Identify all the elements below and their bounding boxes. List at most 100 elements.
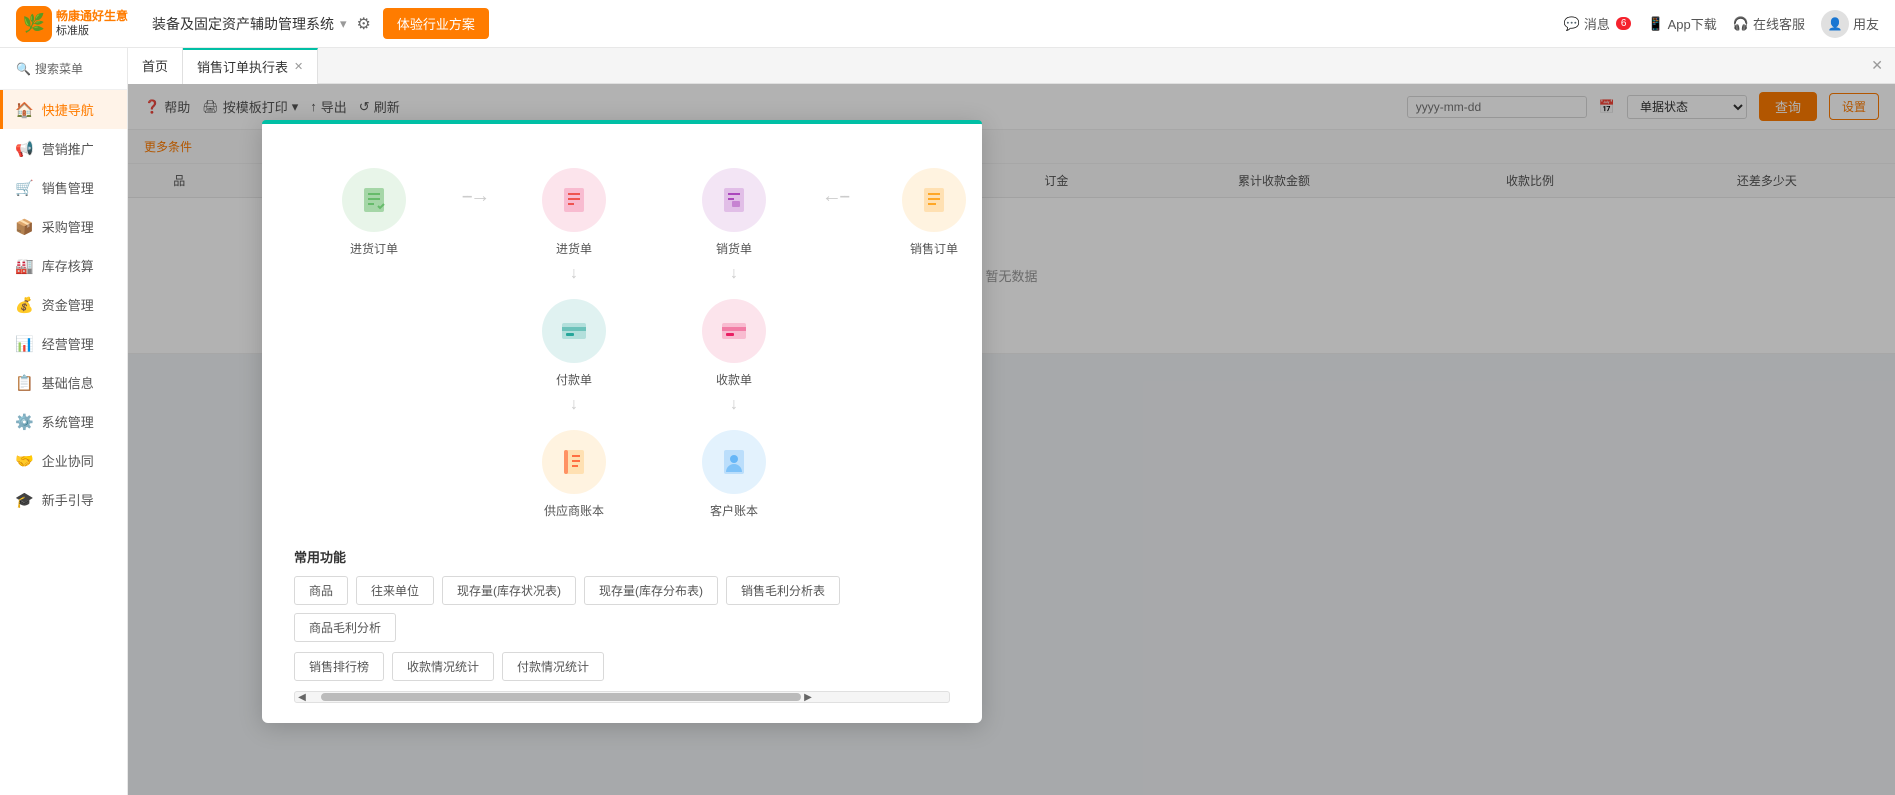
sidebar-item-inventory[interactable]: 🏭 库存核算	[0, 246, 127, 285]
flow-cell-purchase-bill[interactable]: 进货单	[494, 152, 654, 265]
sidebar: 🔍 搜索菜单 🏠 快捷导航 📢 营销推广 🛒 销售管理 📦	[0, 48, 128, 795]
func-btn-sales-rank[interactable]: 销售排行榜	[294, 652, 384, 681]
phone-icon: 📱	[1647, 16, 1663, 32]
message-label: 消息	[1584, 14, 1610, 33]
settings-icon[interactable]: ⚙	[357, 14, 371, 34]
customer-ledger-icon[interactable]	[702, 430, 766, 494]
tab-home[interactable]: 首页	[128, 48, 183, 84]
arrow-down-sales: ↓	[654, 265, 814, 283]
sidebar-item-label: 销售管理	[42, 178, 94, 197]
dialog-overlay[interactable]: 进货订单 - - → 进货单	[128, 84, 1895, 795]
scroll-track[interactable]: ◀ ▶	[294, 691, 950, 703]
arrow-down-payment: ↓	[494, 396, 654, 414]
scroll-right-btn[interactable]: ▶	[801, 690, 815, 704]
payment-label: 付款单	[556, 371, 592, 388]
finance-icon: 💰	[15, 296, 34, 314]
sidebar-item-newbie[interactable]: 🎓 新手引导	[0, 480, 127, 519]
tab-sales-order[interactable]: 销售订单执行表 ✕	[183, 48, 318, 84]
sidebar-item-label: 资金管理	[42, 295, 94, 314]
func-btn-product[interactable]: 商品	[294, 576, 348, 605]
sidebar-item-finance[interactable]: 💰 资金管理	[0, 285, 127, 324]
operation-icon: 📊	[15, 335, 34, 353]
trial-button[interactable]: 体验行业方案	[383, 8, 489, 39]
sidebar-nav: 🏠 快捷导航 📢 营销推广 🛒 销售管理 📦 采购管理 🏭 库存核	[0, 90, 127, 795]
func-buttons-row1: 商品 往来单位 现存量(库存状况表) 现存量(库存分布表) 销售毛利分析表 商品…	[294, 576, 950, 642]
search-icon: 🔍	[16, 62, 31, 76]
app-download-action[interactable]: 📱 App下载	[1647, 14, 1716, 33]
sidebar-item-label: 系统管理	[42, 412, 94, 431]
dialog-box: 进货订单 - - → 进货单	[262, 120, 982, 723]
dropdown-icon[interactable]: ▾	[340, 16, 347, 32]
scroll-thumb[interactable]	[321, 693, 801, 701]
flow-cell-sales-bill[interactable]: 销货单	[654, 152, 814, 265]
sidebar-item-enterprise[interactable]: 🤝 企业协同	[0, 441, 127, 480]
tab-close-icon[interactable]: ✕	[294, 60, 303, 73]
tab-bar: 首页 销售订单执行表 ✕ ✕	[128, 48, 1895, 84]
purchase-order-icon[interactable]	[342, 168, 406, 232]
arrow-down-purchase: ↓	[494, 265, 654, 283]
customer-ledger-label: 客户账本	[710, 502, 758, 519]
payment-icon[interactable]	[542, 299, 606, 363]
receipt-icon[interactable]	[702, 299, 766, 363]
message-icon: 💬	[1564, 16, 1580, 32]
sidebar-item-label: 基础信息	[42, 373, 94, 392]
sidebar-item-base[interactable]: 📋 基础信息	[0, 363, 127, 402]
sidebar-item-label: 新手引导	[42, 490, 94, 509]
sales-bill-label: 销货单	[716, 240, 752, 257]
tab-close-all-icon[interactable]: ✕	[1859, 57, 1895, 74]
purchase-bill-icon[interactable]	[542, 168, 606, 232]
user-action[interactable]: 👤 用友	[1821, 10, 1879, 38]
sidebar-item-operation[interactable]: 📊 经营管理	[0, 324, 127, 363]
sales-order-icon[interactable]	[902, 168, 966, 232]
sidebar-item-purchase[interactable]: 📦 采购管理	[0, 207, 127, 246]
online-service-label: 在线客服	[1753, 14, 1805, 33]
home-icon: 🏠	[15, 101, 34, 119]
search-menu-button[interactable]: 🔍 搜索菜单	[8, 56, 119, 81]
logo-icon: 🌿	[16, 6, 52, 42]
flow-cell-receipt[interactable]: 收款单	[654, 283, 814, 396]
newbie-icon: 🎓	[15, 491, 34, 509]
arrow-right-1: - - →	[454, 152, 494, 265]
sales-bill-icon[interactable]	[702, 168, 766, 232]
flow-cell-sales-order[interactable]: 销售订单	[854, 152, 1014, 265]
sidebar-item-label: 采购管理	[42, 217, 94, 236]
purchase-bill-label: 进货单	[556, 240, 592, 257]
sidebar-search[interactable]: 🔍 搜索菜单	[0, 48, 127, 90]
dialog-header-stripe	[262, 120, 982, 124]
scroll-left-btn[interactable]: ◀	[295, 690, 309, 704]
logo-line1: 畅康通好生意	[56, 9, 128, 25]
supplier-ledger-icon[interactable]	[542, 430, 606, 494]
message-action[interactable]: 💬 消息 6	[1564, 14, 1632, 33]
flow-cell-customer-ledger[interactable]: 客户账本	[654, 414, 814, 527]
message-badge: 6	[1616, 17, 1632, 30]
func-btn-sales-gross[interactable]: 销售毛利分析表	[726, 576, 840, 605]
sales-icon: 🛒	[15, 179, 34, 197]
sidebar-item-label: 经营管理	[42, 334, 94, 353]
sidebar-item-marketing[interactable]: 📢 营销推广	[0, 129, 127, 168]
sidebar-item-quick-nav[interactable]: 🏠 快捷导航	[0, 90, 127, 129]
sidebar-item-sales[interactable]: 🛒 销售管理	[0, 168, 127, 207]
arrow-down-receipt: ↓	[654, 396, 814, 414]
top-bar-middle: 装备及固定资产辅助管理系统 ▾ ⚙ 体验行业方案	[144, 8, 1564, 39]
inventory-icon: 🏭	[15, 257, 34, 275]
supplier-ledger-label: 供应商账本	[544, 502, 604, 519]
marketing-icon: 📢	[15, 140, 34, 158]
sidebar-item-label: 快捷导航	[42, 100, 94, 119]
flow-cell-supplier-ledger[interactable]: 供应商账本	[494, 414, 654, 527]
flow-cell-payment[interactable]: 付款单	[494, 283, 654, 396]
main-content: ❓ 帮助 🖨 按模板打印 ▾ ↑ 导出 ↺ 刷新	[128, 84, 1895, 795]
func-btn-product-gross[interactable]: 商品毛利分析	[294, 613, 396, 642]
flow-cell-purchase-order[interactable]: 进货订单	[294, 152, 454, 265]
func-btn-stock-dist[interactable]: 现存量(库存分布表)	[584, 576, 718, 605]
online-service-action[interactable]: 🎧 在线客服	[1733, 14, 1805, 33]
logo-text: 畅康通好生意 标准版	[56, 9, 128, 39]
system-icon: ⚙️	[15, 413, 34, 431]
func-btn-partner[interactable]: 往来单位	[356, 576, 434, 605]
purchase-icon: 📦	[15, 218, 34, 236]
func-btn-receipt-stats[interactable]: 收款情况统计	[392, 652, 494, 681]
common-func-title: 常用功能	[294, 547, 950, 566]
func-btn-stock-status[interactable]: 现存量(库存状况表)	[442, 576, 576, 605]
headset-icon: 🎧	[1733, 16, 1749, 32]
func-btn-payment-stats[interactable]: 付款情况统计	[502, 652, 604, 681]
sidebar-item-system[interactable]: ⚙️ 系统管理	[0, 402, 127, 441]
